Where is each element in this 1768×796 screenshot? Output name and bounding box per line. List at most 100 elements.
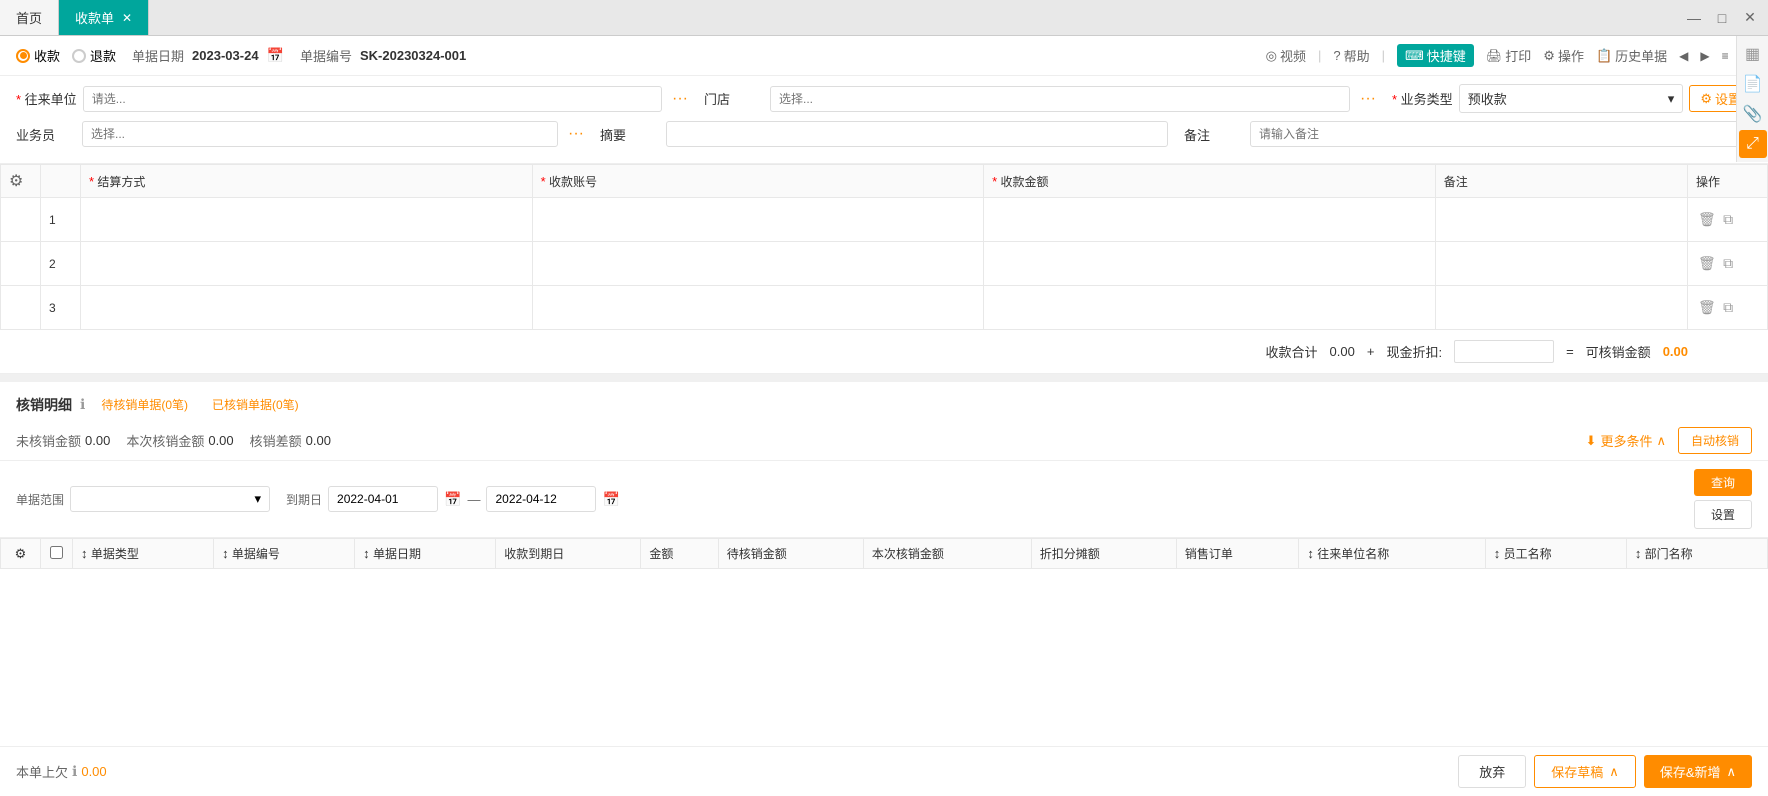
- diff-stat: 核销差额 0.00: [250, 431, 331, 450]
- minimize-button[interactable]: —: [1684, 8, 1704, 28]
- sidebar-table-icon[interactable]: ▦: [1739, 40, 1767, 68]
- row-3-num: 3: [41, 286, 81, 330]
- more-conditions-btn[interactable]: ⬇ 更多条件 ∧: [1586, 431, 1666, 450]
- business-type-select[interactable]: 预收款 ▾: [1459, 84, 1684, 113]
- footer-info-icon[interactable]: ℹ: [72, 763, 77, 780]
- operation-btn[interactable]: ⚙ 操作: [1543, 46, 1584, 65]
- counterpart-input[interactable]: [83, 86, 662, 112]
- row-1-remark[interactable]: [1435, 198, 1687, 242]
- salesperson-more-icon[interactable]: ···: [568, 125, 584, 143]
- print-btn[interactable]: 🖨 打印: [1486, 46, 1532, 65]
- close-button[interactable]: ✕: [1740, 8, 1760, 28]
- counterpart-more-icon[interactable]: ···: [672, 90, 688, 108]
- discount-input[interactable]: [1454, 340, 1554, 363]
- row-2-account[interactable]: [532, 242, 984, 286]
- plus-sign: +: [1367, 344, 1375, 359]
- sidebar-doc-icon[interactable]: 📄: [1739, 70, 1767, 98]
- verification-table-header: ⚙ ↕ 单据类型 ↕ 单据编号 ↕ 单据日期: [1, 539, 1768, 569]
- video-btn[interactable]: ◎ 视频: [1266, 46, 1306, 65]
- radio-receipt-circle: [16, 49, 30, 63]
- row-1-settlement[interactable]: [81, 198, 533, 242]
- filter-stats: 未核销金额 0.00 本次核销金额 0.00 核销差额 0.00 ⬇ 更多条件 …: [0, 421, 1768, 461]
- pending-tab-link[interactable]: 待核销单据(0笔): [93, 394, 196, 415]
- salesperson-input[interactable]: [82, 121, 558, 147]
- list-view-btn[interactable]: ≡: [1722, 49, 1729, 63]
- radio-receipt[interactable]: 收款: [16, 46, 60, 65]
- row-1-copy-icon[interactable]: ⧉: [1723, 211, 1733, 227]
- table-settings-gear-icon[interactable]: ⚙: [9, 173, 23, 190]
- help-btn[interactable]: ? 帮助: [1333, 46, 1369, 65]
- maximize-button[interactable]: □: [1712, 8, 1732, 28]
- row-2-delete-icon[interactable]: 🗑: [1698, 255, 1716, 271]
- shortcut-btn[interactable]: ⌨ 快捷键: [1397, 44, 1474, 67]
- col-ops-header: 操作: [1688, 165, 1768, 198]
- verification-info-icon[interactable]: ℹ: [80, 396, 85, 413]
- row-3-remark[interactable]: [1435, 286, 1687, 330]
- date-from-calendar-icon[interactable]: 📅: [444, 491, 461, 508]
- vtable-settings-gear-icon[interactable]: ⚙: [15, 546, 27, 561]
- footer-info: 本单上欠 ℹ 0.00: [16, 762, 107, 781]
- number-label: 单据编号: [300, 46, 352, 65]
- range-label: 单据范围: [16, 491, 64, 508]
- tab-receipt[interactable]: 收款单 ✕: [59, 0, 149, 35]
- date-from-input[interactable]: [328, 486, 438, 512]
- vcol-pending-header: 待核销金额: [718, 539, 863, 569]
- abandon-button[interactable]: 放弃: [1458, 755, 1526, 788]
- row-1-delete-icon[interactable]: 🗑: [1698, 211, 1716, 227]
- completed-tab-link[interactable]: 已核销单据(0笔): [204, 394, 307, 415]
- row-2-settings: [1, 242, 41, 286]
- save-draft-button[interactable]: 保存草稿 ∧: [1534, 755, 1636, 788]
- col-settings-header: ⚙: [1, 165, 41, 198]
- tab-close-icon[interactable]: ✕: [122, 11, 132, 25]
- vcol-doc-date-header: ↕ 单据日期: [355, 539, 496, 569]
- row-2-settlement[interactable]: [81, 242, 533, 286]
- date-calendar-icon[interactable]: 📅: [267, 47, 284, 64]
- prev-btn[interactable]: ◀: [1679, 49, 1688, 63]
- tab-receipt-label: 收款单: [75, 8, 114, 27]
- radio-refund[interactable]: 退款: [72, 46, 116, 65]
- range-select[interactable]: ▾: [70, 486, 270, 512]
- total-value: 0.00: [1330, 344, 1355, 359]
- row-3-amount[interactable]: [984, 286, 1436, 330]
- tab-home[interactable]: 首页: [0, 0, 59, 35]
- next-btn[interactable]: ▶: [1700, 49, 1709, 63]
- footer-label: 本单上欠: [16, 762, 68, 781]
- row-3-settlement[interactable]: [81, 286, 533, 330]
- sidebar-clip-icon[interactable]: 📎: [1739, 100, 1767, 128]
- business-type-label: 业务类型: [1392, 89, 1453, 108]
- row-2-amount[interactable]: [984, 242, 1436, 286]
- vcol-settings-header: ⚙: [1, 539, 41, 569]
- row-3-account[interactable]: [532, 286, 984, 330]
- query-button[interactable]: 查询: [1694, 469, 1752, 496]
- search-settings-button[interactable]: 设置: [1694, 500, 1752, 529]
- history-btn[interactable]: 📋 历史单据: [1596, 46, 1667, 65]
- shop-input[interactable]: [770, 86, 1350, 112]
- shop-more-icon[interactable]: ···: [1360, 90, 1376, 108]
- sidebar-expand-icon[interactable]: ⤢: [1739, 130, 1767, 158]
- vcol-counterpart-header: ↕ 往来单位名称: [1299, 539, 1485, 569]
- salesperson-label: 业务员: [16, 125, 76, 144]
- auto-cancel-button[interactable]: 自动核销: [1678, 427, 1752, 454]
- shortcut-icon: ⌨: [1405, 48, 1424, 64]
- vcol-sales-header: 销售订单: [1176, 539, 1299, 569]
- window-controls: — □ ✕: [1684, 8, 1768, 28]
- select-all-checkbox[interactable]: [50, 546, 63, 559]
- summary-input[interactable]: [666, 121, 1168, 147]
- save-new-button[interactable]: 保存&新增 ∧: [1644, 755, 1752, 788]
- date-to-input[interactable]: [486, 486, 596, 512]
- form-row-1: 往来单位 ··· 门店 ··· 业务类型 预收款 ▾ ⚙ 设置: [16, 84, 1752, 113]
- col-amount-header: * 收款金额: [984, 165, 1436, 198]
- row-2-remark[interactable]: [1435, 242, 1687, 286]
- row-1-settings: [1, 198, 41, 242]
- shop-group: 门店 ···: [704, 86, 1376, 112]
- date-to-calendar-icon[interactable]: 📅: [602, 491, 619, 508]
- table-row: 3 🗑 ⧉: [1, 286, 1768, 330]
- search-filters: 单据范围 ▾ 到期日 📅 — 📅 查询 设置: [0, 461, 1768, 538]
- row-2-copy-icon[interactable]: ⧉: [1723, 255, 1733, 271]
- row-1-amount[interactable]: [984, 198, 1436, 242]
- row-3-copy-icon[interactable]: ⧉: [1723, 299, 1733, 315]
- row-3-delete-icon[interactable]: 🗑: [1698, 299, 1716, 315]
- row-1-account[interactable]: [532, 198, 984, 242]
- remark-input[interactable]: [1250, 121, 1752, 147]
- receipt-table-section: ⚙ * 结算方式 * 收款账号 * 收款金额 备注: [0, 164, 1768, 330]
